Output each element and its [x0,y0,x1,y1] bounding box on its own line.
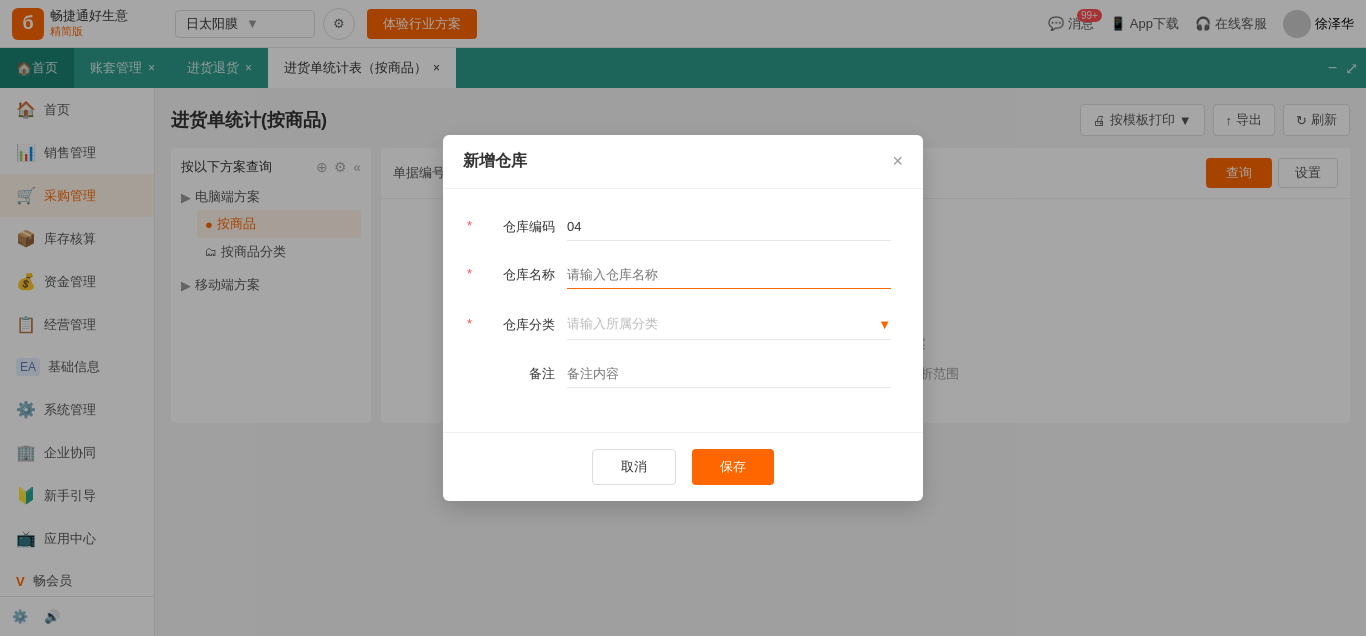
dialog-title: 新增仓库 [463,151,527,172]
add-warehouse-dialog: 新增仓库 × 仓库编码 仓库名称 仓库分类 请输入所属分类 ▼ [443,135,923,501]
remark-label: 备注 [475,365,555,383]
category-row: 仓库分类 请输入所属分类 ▼ [475,309,891,340]
code-row: 仓库编码 [475,213,891,241]
code-label: 仓库编码 [475,218,555,236]
code-input[interactable] [567,213,891,241]
dialog-footer: 取消 保存 [443,432,923,501]
cancel-button[interactable]: 取消 [592,449,676,485]
dialog-body: 仓库编码 仓库名称 仓库分类 请输入所属分类 ▼ 备注 [443,189,923,432]
name-input[interactable] [567,261,891,289]
dialog-close-icon[interactable]: × [892,151,903,172]
category-select[interactable]: 请输入所属分类 ▼ [567,309,891,340]
dialog-header: 新增仓库 × [443,135,923,189]
dialog-overlay: 新增仓库 × 仓库编码 仓库名称 仓库分类 请输入所属分类 ▼ [0,0,1366,636]
category-placeholder: 请输入所属分类 [567,315,658,333]
remark-row: 备注 [475,360,891,388]
remark-input[interactable] [567,360,891,388]
category-label: 仓库分类 [475,316,555,334]
name-row: 仓库名称 [475,261,891,289]
category-arrow-icon: ▼ [878,317,891,332]
name-label: 仓库名称 [475,266,555,284]
save-button[interactable]: 保存 [692,449,774,485]
